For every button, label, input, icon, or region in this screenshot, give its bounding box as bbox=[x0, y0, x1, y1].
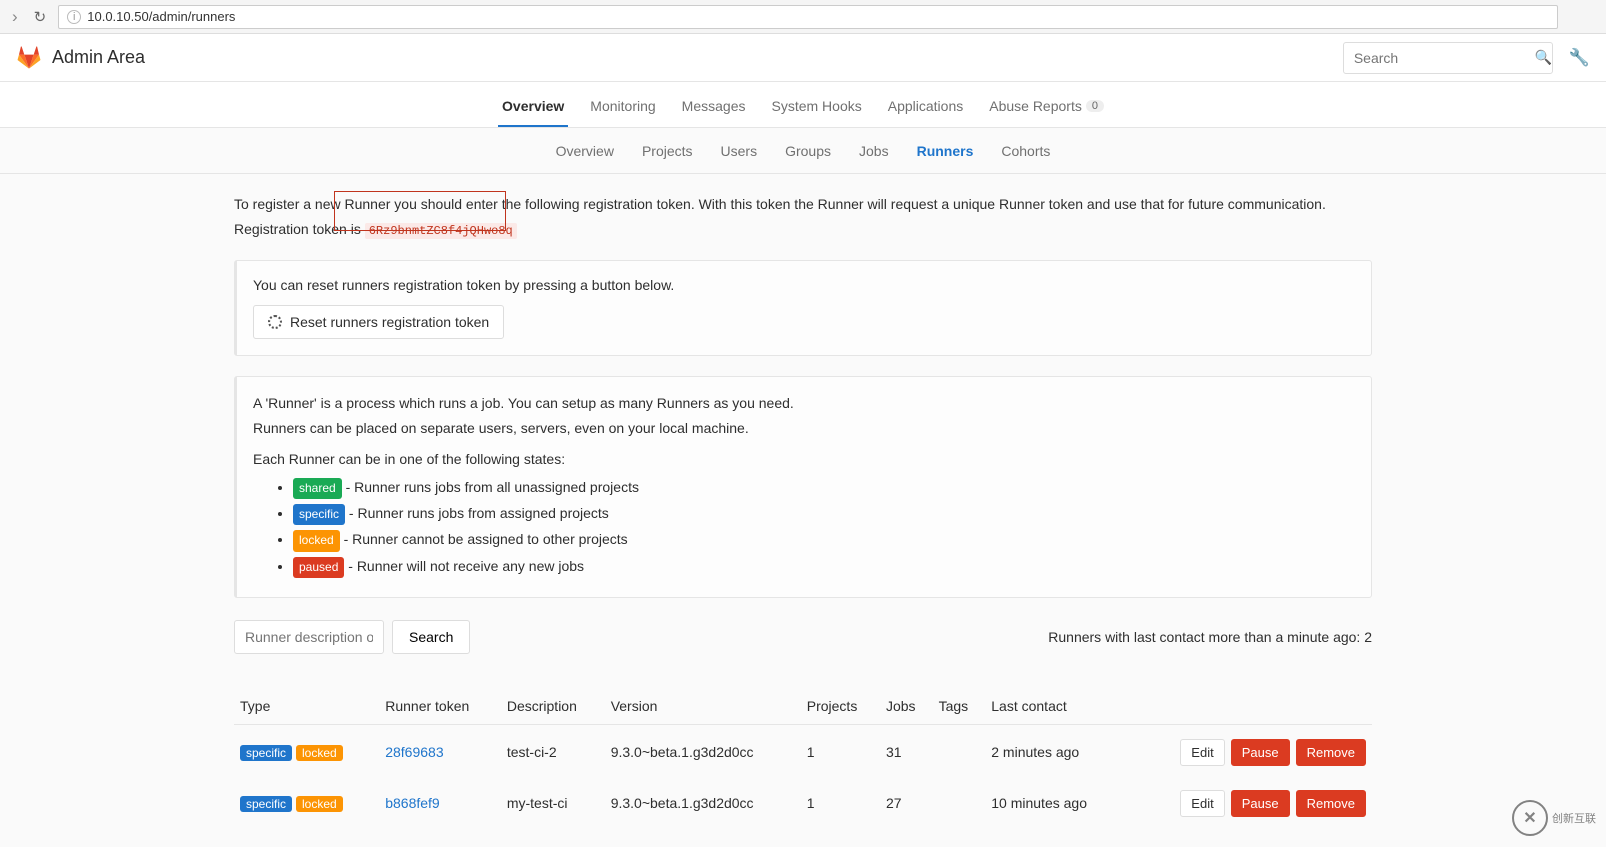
info-icon: i bbox=[67, 10, 81, 24]
state-badge-paused: paused bbox=[293, 557, 344, 578]
edit-button[interactable]: Edit bbox=[1180, 790, 1224, 817]
browser-bar: › ↻ i 10.0.10.50/admin/runners bbox=[0, 0, 1606, 34]
table-header bbox=[1122, 688, 1372, 725]
state-item: specific - Runner runs jobs from assigne… bbox=[293, 502, 1355, 525]
type-badge-locked: locked bbox=[296, 745, 343, 761]
global-search[interactable]: 🔍 bbox=[1343, 42, 1553, 74]
cell-jobs: 27 bbox=[880, 776, 933, 827]
primary-nav-applications[interactable]: Applications bbox=[884, 86, 968, 127]
primary-nav-overview[interactable]: Overview bbox=[498, 86, 568, 127]
contact-summary: Runners with last contact more than a mi… bbox=[1048, 629, 1372, 645]
cell-last_contact: 2 minutes ago bbox=[985, 724, 1121, 776]
reset-panel: You can reset runners registration token… bbox=[234, 260, 1372, 356]
cell-tags bbox=[933, 724, 986, 776]
browser-forward-icon[interactable]: › bbox=[8, 7, 22, 27]
states-p3: Each Runner can be in one of the followi… bbox=[253, 449, 1355, 470]
states-panel: A 'Runner' is a process which runs a job… bbox=[234, 376, 1372, 598]
table-header: Last contact bbox=[985, 688, 1121, 725]
state-item: shared - Runner runs jobs from all unass… bbox=[293, 476, 1355, 499]
spinner-icon bbox=[268, 315, 282, 329]
edit-button[interactable]: Edit bbox=[1180, 739, 1224, 766]
runner-description-input[interactable] bbox=[234, 620, 384, 654]
wrench-icon[interactable]: 🔧 bbox=[1569, 48, 1590, 68]
search-button[interactable]: Search bbox=[392, 620, 470, 654]
reset-button-label: Reset runners registration token bbox=[290, 314, 489, 330]
nav-badge: 0 bbox=[1086, 100, 1104, 112]
state-item: paused - Runner will not receive any new… bbox=[293, 555, 1355, 578]
primary-nav-messages[interactable]: Messages bbox=[678, 86, 750, 127]
watermark-logo-icon: ✕ bbox=[1512, 800, 1548, 836]
browser-refresh-icon[interactable]: ↻ bbox=[28, 8, 53, 26]
table-header: Tags bbox=[933, 688, 986, 725]
reset-panel-text: You can reset runners registration token… bbox=[253, 277, 1355, 293]
remove-button[interactable]: Remove bbox=[1296, 790, 1366, 817]
state-desc: - Runner runs jobs from all unassigned p… bbox=[342, 479, 639, 495]
cell-jobs: 31 bbox=[880, 724, 933, 776]
filter-row: Search Runners with last contact more th… bbox=[234, 620, 1372, 654]
primary-nav-monitoring[interactable]: Monitoring bbox=[586, 86, 659, 127]
table-header: Version bbox=[605, 688, 801, 725]
table-header: Projects bbox=[801, 688, 880, 725]
type-badge-specific: specific bbox=[240, 745, 292, 761]
table-header-row: TypeRunner tokenDescriptionVersionProjec… bbox=[234, 688, 1372, 725]
state-badge-specific: specific bbox=[293, 504, 345, 525]
state-desc: - Runner runs jobs from assigned project… bbox=[345, 505, 609, 521]
primary-nav-abuse-reports[interactable]: Abuse Reports0 bbox=[985, 86, 1108, 127]
token-highlight-box bbox=[334, 191, 506, 231]
cell-description: my-test-ci bbox=[501, 776, 605, 827]
runner-token-link[interactable]: 28f69683 bbox=[385, 744, 443, 760]
cell-tags bbox=[933, 776, 986, 827]
url-text: 10.0.10.50/admin/runners bbox=[87, 9, 235, 24]
page-title: Admin Area bbox=[52, 47, 145, 68]
search-input[interactable] bbox=[1354, 50, 1535, 66]
cell-projects: 1 bbox=[801, 724, 880, 776]
reset-token-button[interactable]: Reset runners registration token bbox=[253, 305, 504, 339]
state-badge-locked: locked bbox=[293, 530, 340, 551]
type-badge-locked: locked bbox=[296, 796, 343, 812]
state-item: locked - Runner cannot be assigned to ot… bbox=[293, 528, 1355, 551]
states-p2: Runners can be placed on separate users,… bbox=[253, 418, 1355, 439]
cell-version: 9.3.0~beta.1.g3d2d0cc bbox=[605, 776, 801, 827]
secondary-nav-runners[interactable]: Runners bbox=[913, 131, 978, 171]
secondary-nav-cohorts[interactable]: Cohorts bbox=[997, 131, 1054, 171]
secondary-nav-users[interactable]: Users bbox=[717, 131, 762, 171]
states-list: shared - Runner runs jobs from all unass… bbox=[253, 476, 1355, 578]
secondary-nav-overview[interactable]: Overview bbox=[552, 131, 618, 171]
cell-last_contact: 10 minutes ago bbox=[985, 776, 1121, 827]
table-header: Type bbox=[234, 688, 379, 725]
remove-button[interactable]: Remove bbox=[1296, 739, 1366, 766]
table-header: Runner token bbox=[379, 688, 501, 725]
url-bar[interactable]: i 10.0.10.50/admin/runners bbox=[58, 5, 1558, 29]
watermark: ✕ 创新互联 bbox=[1512, 800, 1596, 836]
table-row: specificlocked 28f69683 test-ci-29.3.0~bet… bbox=[234, 724, 1372, 776]
search-icon: 🔍 bbox=[1535, 49, 1552, 66]
state-desc: - Runner will not receive any new jobs bbox=[344, 558, 584, 574]
secondary-nav: Overview Projects Users Groups Jobs Runners Co… bbox=[0, 128, 1606, 174]
content: To register a new Runner you should ente… bbox=[218, 174, 1388, 847]
cell-version: 9.3.0~beta.1.g3d2d0cc bbox=[605, 724, 801, 776]
runner-token-link[interactable]: b868fef9 bbox=[385, 795, 440, 811]
table-header: Jobs bbox=[880, 688, 933, 725]
pause-button[interactable]: Pause bbox=[1231, 790, 1290, 817]
primary-nav-system-hooks[interactable]: System Hooks bbox=[767, 86, 865, 127]
watermark-text: 创新互联 bbox=[1552, 810, 1596, 826]
secondary-nav-projects[interactable]: Projects bbox=[638, 131, 697, 171]
runners-table: TypeRunner tokenDescriptionVersionProjec… bbox=[234, 688, 1372, 827]
states-p1: A 'Runner' is a process which runs a job… bbox=[253, 393, 1355, 414]
state-badge-shared: shared bbox=[293, 478, 342, 499]
cell-description: test-ci-2 bbox=[501, 724, 605, 776]
gitlab-logo-icon bbox=[16, 46, 42, 70]
top-header: Admin Area 🔍 🔧 bbox=[0, 34, 1606, 82]
primary-nav: Overview Monitoring Messages System Hooks Ap… bbox=[0, 82, 1606, 128]
table-header: Description bbox=[501, 688, 605, 725]
secondary-nav-jobs[interactable]: Jobs bbox=[855, 131, 893, 171]
secondary-nav-groups[interactable]: Groups bbox=[781, 131, 835, 171]
cell-projects: 1 bbox=[801, 776, 880, 827]
pause-button[interactable]: Pause bbox=[1231, 739, 1290, 766]
type-badge-specific: specific bbox=[240, 796, 292, 812]
state-desc: - Runner cannot be assigned to other pro… bbox=[340, 531, 628, 547]
table-row: specificlocked b868fef9 my-test-ci9.3.0~be… bbox=[234, 776, 1372, 827]
